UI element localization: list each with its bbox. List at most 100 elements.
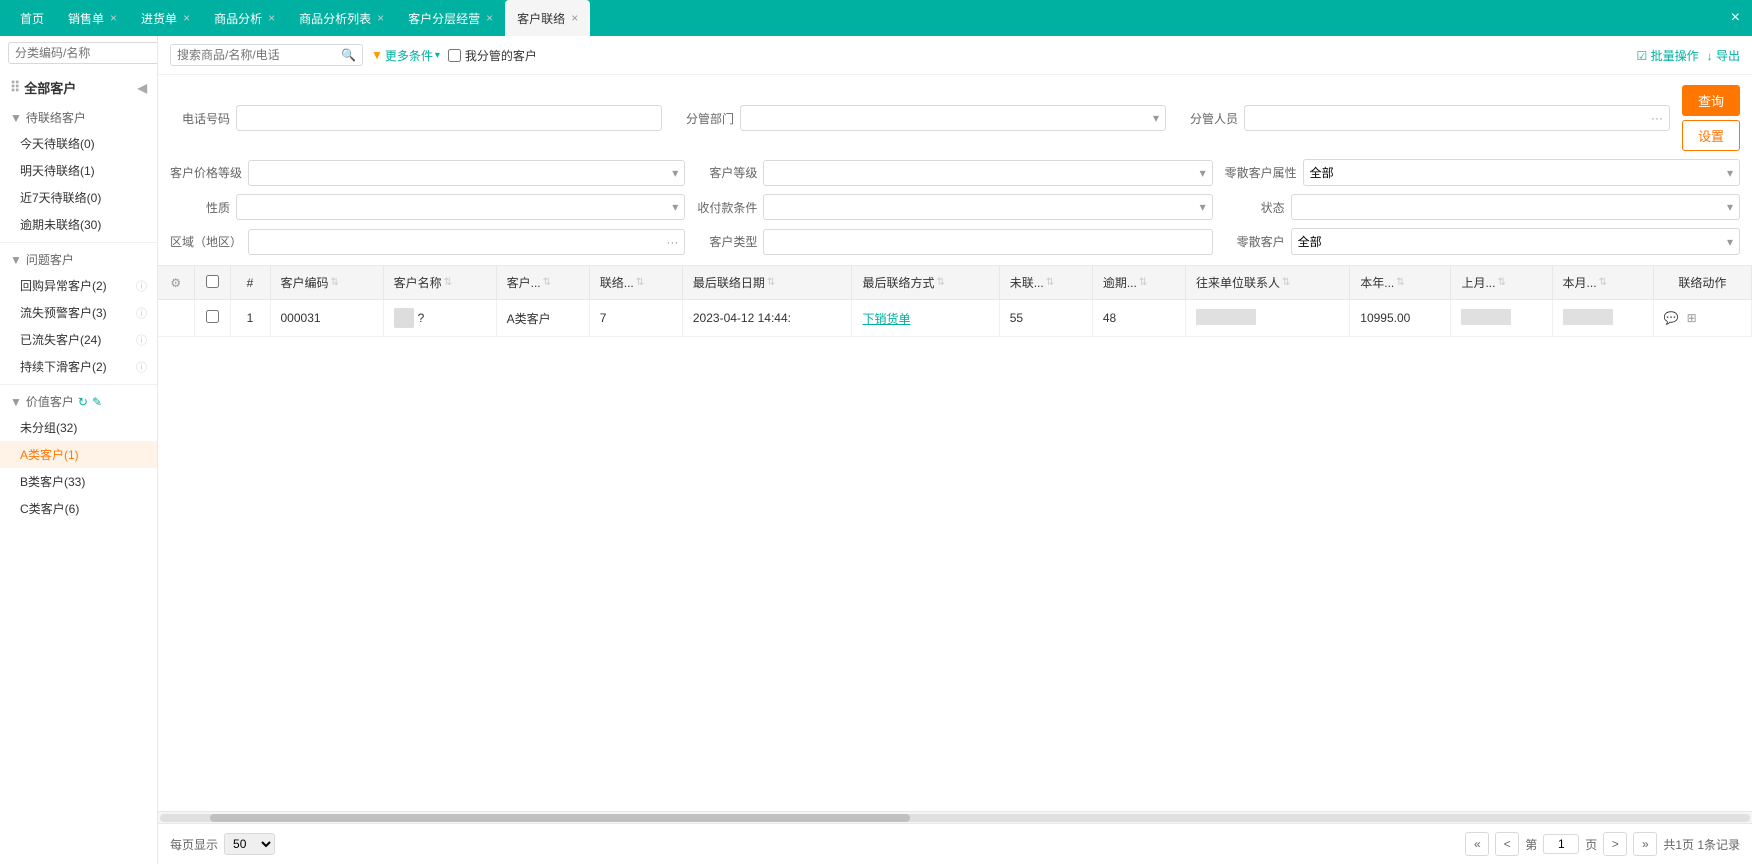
sort-code-icon[interactable]: ⇅ xyxy=(331,277,339,288)
export-icon: ↓ xyxy=(1707,49,1713,63)
setting-button[interactable]: 设置 xyxy=(1682,120,1740,151)
nav-customer-tier[interactable]: 客户分层经营 × xyxy=(396,0,505,36)
sort-this-year-icon[interactable]: ⇅ xyxy=(1396,277,1404,288)
sidebar-pending-section: ▼ 待联络客户 xyxy=(0,105,157,130)
scroll-bar-thumb[interactable] xyxy=(210,814,910,822)
sidebar-item-churn-warning[interactable]: 流失预警客户(3) ⓘ xyxy=(0,299,157,326)
action-message-icon[interactable]: 💬 xyxy=(1664,311,1679,325)
filter-field-region: 区域（地区） ··· xyxy=(170,229,685,255)
my-customers-checkbox[interactable] xyxy=(448,49,461,62)
nav-close-purchase[interactable]: × xyxy=(183,11,190,25)
nav-close-sales[interactable]: × xyxy=(110,11,117,25)
sidebar-item-class-c[interactable]: C类客户(6) xyxy=(0,495,157,522)
sidebar-item-class-a[interactable]: A类客户(1) xyxy=(0,441,157,468)
person-input[interactable]: ··· xyxy=(1244,105,1670,131)
customer-type-input[interactable] xyxy=(763,229,1212,255)
nav-close-product[interactable]: × xyxy=(268,11,275,25)
export-button[interactable]: ↓ 导出 xyxy=(1707,47,1740,64)
retail-customer-select[interactable]: 全部 ▾ xyxy=(1291,228,1740,255)
dept-select[interactable]: ▾ xyxy=(740,105,1166,131)
row-code-cell: 000031 xyxy=(270,300,383,337)
gear-icon[interactable]: ⚙ xyxy=(170,276,181,290)
first-page-button[interactable]: « xyxy=(1465,832,1489,856)
sort-name-icon[interactable]: ⇅ xyxy=(444,277,452,288)
sort-last-month-icon[interactable]: ⇅ xyxy=(1497,277,1505,288)
prev-page-button[interactable]: < xyxy=(1495,832,1519,856)
phone-input[interactable] xyxy=(236,105,662,131)
nav-product-analysis[interactable]: 商品分析 × xyxy=(202,0,287,36)
sort-contact-person-icon[interactable]: ⇅ xyxy=(1282,277,1290,288)
nav-sales-order[interactable]: 销售单 × xyxy=(56,0,129,36)
sort-last-method-icon[interactable]: ⇅ xyxy=(936,277,944,288)
sidebar-item-unclassified[interactable]: 未分组(32) xyxy=(0,414,157,441)
nav-close-contact[interactable]: × xyxy=(571,11,578,25)
filter-my-customers[interactable]: 我分管的客户 xyxy=(448,47,537,64)
sidebar-item-overdue[interactable]: 逾期未联络(30) xyxy=(0,211,157,238)
nature-select[interactable]: ▾ xyxy=(236,194,685,220)
sidebar-item-declining[interactable]: 持续下滑客户(2) ⓘ xyxy=(0,353,157,380)
price-grade-select[interactable]: ▾ xyxy=(248,160,685,186)
filter-search-input[interactable] xyxy=(177,48,337,62)
sort-overdue-icon[interactable]: ⇅ xyxy=(1139,277,1147,288)
filter-field-nature: 性质 ▾ xyxy=(170,194,685,220)
nav-product-analysis-list[interactable]: 商品分析列表 × xyxy=(287,0,396,36)
nav-close-tier[interactable]: × xyxy=(486,11,493,25)
sidebar: 🔍 ⠿ 全部客户 ◀ ▼ 待联络客户 今天待联络(0) 明天待联络(1) 近7天… xyxy=(0,36,158,864)
nav-purchase-order[interactable]: 进货单 × xyxy=(129,0,202,36)
region-input[interactable]: ··· xyxy=(248,229,685,255)
filter-field-payment: 收付款条件 ▾ xyxy=(697,194,1212,220)
total-records-label: 共1页 1条记录 xyxy=(1663,836,1740,853)
this-year-amount: 10995.00 xyxy=(1360,311,1410,325)
sidebar-item-tomorrow[interactable]: 明天待联络(1) xyxy=(0,157,157,184)
last-page-button[interactable]: » xyxy=(1633,832,1657,856)
sort-last-date-icon[interactable]: ⇅ xyxy=(767,277,775,288)
batch-ops-button[interactable]: ☑ 批量操作 xyxy=(1637,47,1699,64)
region-label: 区域（地区） xyxy=(170,233,242,250)
sidebar-item-class-b[interactable]: B类客户(33) xyxy=(0,468,157,495)
nav-close-product-list[interactable]: × xyxy=(377,11,384,25)
next-page-button[interactable]: > xyxy=(1603,832,1627,856)
sort-this-month-icon[interactable]: ⇅ xyxy=(1599,277,1607,288)
edit-icon[interactable]: ✎ xyxy=(92,395,102,409)
retail-attr-select[interactable]: 全部 ▾ xyxy=(1303,159,1740,186)
col-header-overdue: 逾期...⇅ xyxy=(1092,266,1185,300)
action-qr-icon[interactable]: ⊞ xyxy=(1687,311,1697,325)
sort-contact-count-icon[interactable]: ⇅ xyxy=(636,277,644,288)
last-contact-method-link[interactable]: 下销货单 xyxy=(862,312,910,326)
filter-more-conditions[interactable]: ▼ 更多条件 ▾ xyxy=(371,47,440,64)
customer-grade-label: 客户等级 xyxy=(697,164,757,181)
page-size-dropdown[interactable]: 50 100 200 xyxy=(224,833,275,855)
select-all-checkbox[interactable] xyxy=(206,275,219,288)
filter-search-icon[interactable]: 🔍 xyxy=(341,48,356,62)
payment-select[interactable]: ▾ xyxy=(763,194,1212,220)
refresh-icon[interactable]: ↻ xyxy=(78,395,88,409)
row-checkbox[interactable] xyxy=(206,310,219,323)
scroll-bar-area xyxy=(158,811,1752,823)
retail-customer-caret-icon: ▾ xyxy=(1727,235,1733,249)
row-last-date-cell: 2023-04-12 14:44: xyxy=(682,300,852,337)
sort-no-contact-icon[interactable]: ⇅ xyxy=(1046,277,1054,288)
customer-grade-select[interactable]: ▾ xyxy=(763,160,1212,186)
row-action-cell: 💬 ⊞ xyxy=(1653,300,1751,337)
nav-customer-contact[interactable]: 客户联络 × xyxy=(505,0,590,36)
customer-class: A类客户 xyxy=(507,312,551,326)
sidebar-collapse-icon[interactable]: ◀ xyxy=(138,81,147,95)
page-number-input[interactable] xyxy=(1543,834,1579,854)
query-button[interactable]: 查询 xyxy=(1682,85,1740,116)
sidebar-divider-1 xyxy=(0,242,157,243)
sidebar-item-churned[interactable]: 已流失客户(24) ⓘ xyxy=(0,326,157,353)
top-nav: 首页 销售单 × 进货单 × 商品分析 × 商品分析列表 × 客户分层经营 × … xyxy=(0,0,1752,36)
row-check-cell xyxy=(194,300,230,337)
sidebar-item-today[interactable]: 今天待联络(0) xyxy=(0,130,157,157)
pending-arrow-icon: ▼ xyxy=(10,111,22,125)
app-close-button[interactable]: × xyxy=(1731,9,1740,27)
nav-home[interactable]: 首页 xyxy=(8,0,56,36)
sidebar-item-7days[interactable]: 近7天待联络(0) xyxy=(0,184,157,211)
status-select[interactable]: ▾ xyxy=(1291,194,1740,220)
sidebar-item-repurchase-abnormal[interactable]: 回购异常客户(2) ⓘ xyxy=(0,272,157,299)
row-class-cell: A类客户 xyxy=(496,300,589,337)
sort-class-icon[interactable]: ⇅ xyxy=(543,277,551,288)
sidebar-search-input[interactable] xyxy=(8,42,158,64)
filter-field-dept: 分管部门 ▾ xyxy=(674,105,1166,131)
dept-caret-icon: ▾ xyxy=(1153,111,1159,125)
